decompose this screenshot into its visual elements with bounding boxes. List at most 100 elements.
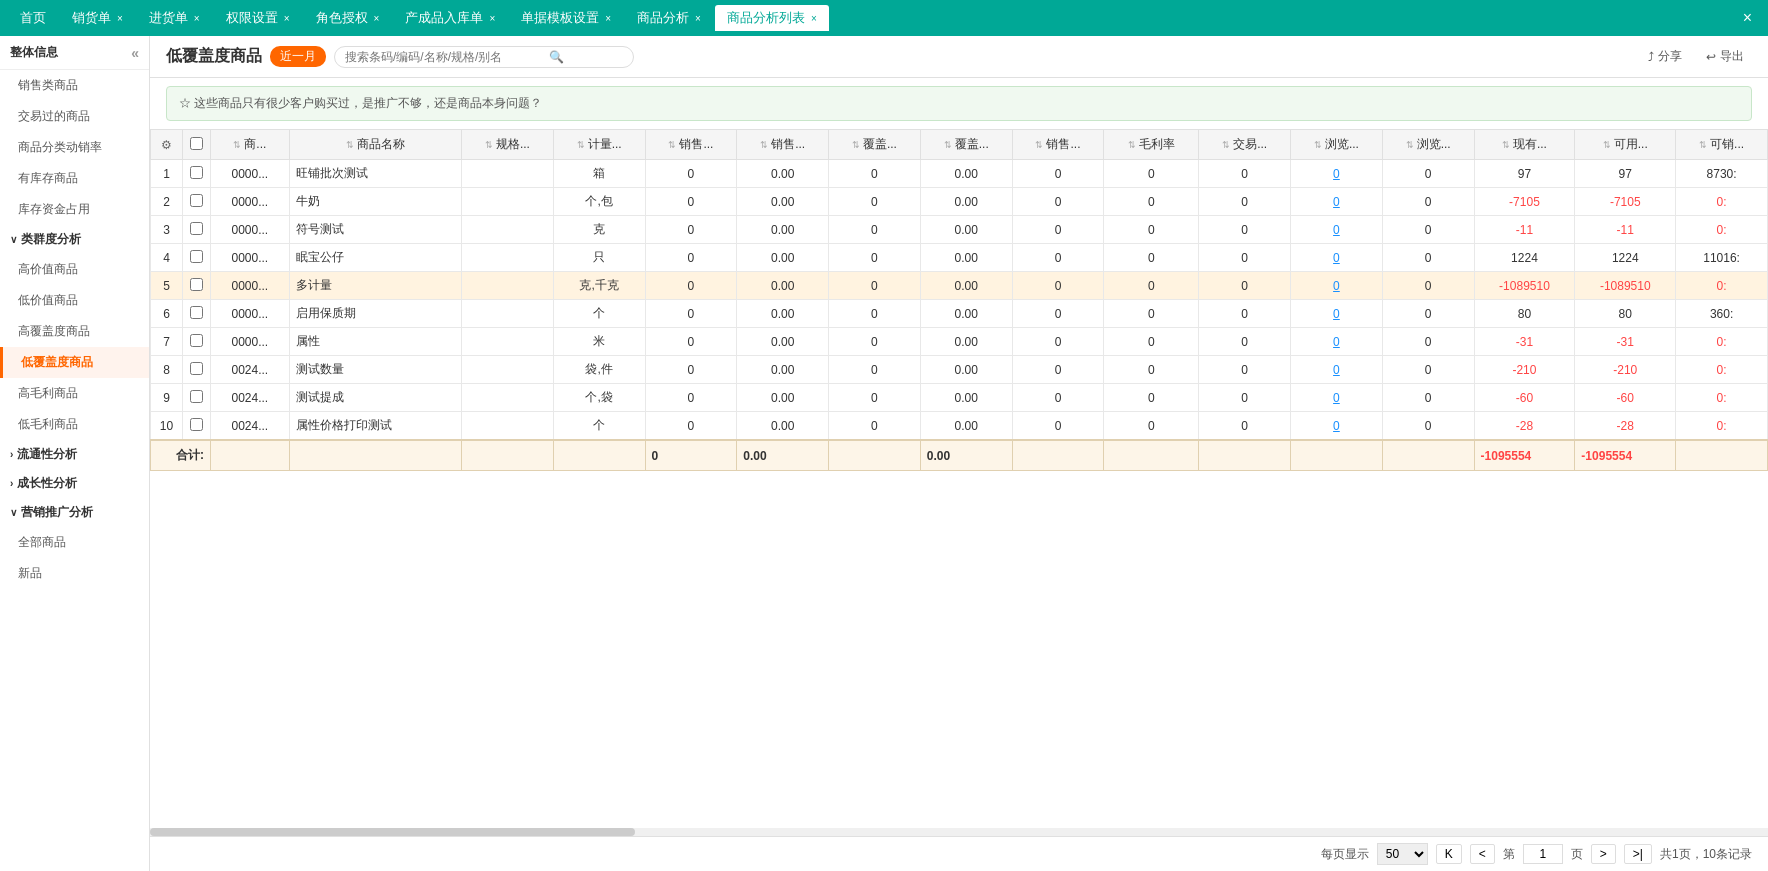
close-permission-icon[interactable]: ×: [284, 13, 290, 24]
row-select-checkbox[interactable]: [190, 362, 203, 375]
row-cover1: 0: [829, 300, 921, 328]
sidebar-section-growth-analysis[interactable]: › 成长性分析: [0, 469, 149, 498]
row-name[interactable]: 测试提成: [289, 384, 461, 412]
sidebar-section-marketing-analysis[interactable]: ∨ 营销推广分析: [0, 498, 149, 527]
window-close-button[interactable]: ×: [1735, 5, 1760, 31]
row-view2: 0: [1382, 356, 1474, 384]
nav-item-role[interactable]: 角色授权 ×: [304, 5, 392, 31]
nav-item-home[interactable]: 首页: [8, 5, 58, 31]
sidebar-item-in-stock[interactable]: 有库存商品: [0, 163, 149, 194]
row-name[interactable]: 符号测试: [289, 216, 461, 244]
row-checkbox[interactable]: [183, 272, 211, 300]
row-select-checkbox[interactable]: [190, 194, 203, 207]
sidebar-item-new-goods[interactable]: 新品: [0, 558, 149, 589]
row-name[interactable]: 测试数量: [289, 356, 461, 384]
row-name[interactable]: 启用保质期: [289, 300, 461, 328]
totals-code: [211, 440, 290, 471]
row-select-checkbox[interactable]: [190, 278, 203, 291]
row-name[interactable]: 属性: [289, 328, 461, 356]
sidebar-item-all-goods[interactable]: 全部商品: [0, 527, 149, 558]
row-view1[interactable]: 0: [1291, 272, 1383, 300]
nav-item-product-analysis[interactable]: 商品分析 ×: [625, 5, 713, 31]
sidebar-section-group-analysis[interactable]: ∨ 类群度分析: [0, 225, 149, 254]
row-sale2: 0.00: [737, 384, 829, 412]
close-role-icon[interactable]: ×: [374, 13, 380, 24]
sidebar-item-high-margin[interactable]: 高毛利商品: [0, 378, 149, 409]
page-number-input[interactable]: [1523, 844, 1563, 864]
sidebar-item-high-value[interactable]: 高价值商品: [0, 254, 149, 285]
row-select-checkbox[interactable]: [190, 250, 203, 263]
search-icon[interactable]: 🔍: [549, 50, 564, 64]
row-checkbox[interactable]: [183, 356, 211, 384]
row-select-checkbox[interactable]: [190, 222, 203, 235]
row-sale3: 0: [1012, 244, 1104, 272]
row-checkbox[interactable]: [183, 328, 211, 356]
row-view1[interactable]: 0: [1291, 384, 1383, 412]
per-page-select[interactable]: 50 100 200: [1377, 843, 1428, 865]
search-input[interactable]: [345, 50, 545, 64]
horizontal-scrollbar[interactable]: [150, 828, 1768, 836]
next-page-button[interactable]: >: [1591, 844, 1616, 864]
sidebar-item-category-sales-rate[interactable]: 商品分类动销率: [0, 132, 149, 163]
row-view1[interactable]: 0: [1291, 160, 1383, 188]
nav-item-purchase[interactable]: 进货单 ×: [137, 5, 212, 31]
sidebar-item-high-coverage[interactable]: 高覆盖度商品: [0, 316, 149, 347]
row-checkbox[interactable]: [183, 216, 211, 244]
nav-item-sales[interactable]: 销货单 ×: [60, 5, 135, 31]
row-view1[interactable]: 0: [1291, 300, 1383, 328]
nav-item-product-analysis-list[interactable]: 商品分析列表 ×: [715, 5, 829, 31]
row-name[interactable]: 旺铺批次测试: [289, 160, 461, 188]
row-checkbox[interactable]: [183, 300, 211, 328]
settings-icon[interactable]: ⚙: [161, 138, 172, 152]
select-all-checkbox[interactable]: [190, 137, 203, 150]
first-page-button[interactable]: K: [1436, 844, 1462, 864]
close-product-analysis-icon[interactable]: ×: [695, 13, 701, 24]
col-settings[interactable]: ⚙: [151, 130, 183, 160]
row-view1[interactable]: 0: [1291, 216, 1383, 244]
row-select-checkbox[interactable]: [190, 166, 203, 179]
prev-page-button[interactable]: <: [1470, 844, 1495, 864]
scrollbar-thumb[interactable]: [150, 828, 635, 836]
row-select-checkbox[interactable]: [190, 418, 203, 431]
sidebar-item-stock-capital[interactable]: 库存资金占用: [0, 194, 149, 225]
row-select-checkbox[interactable]: [190, 306, 203, 319]
row-checkbox[interactable]: [183, 244, 211, 272]
col-checkbox-header[interactable]: [183, 130, 211, 160]
sidebar-item-low-value[interactable]: 低价值商品: [0, 285, 149, 316]
sidebar-item-low-margin[interactable]: 低毛利商品: [0, 409, 149, 440]
close-product-warehouse-icon[interactable]: ×: [489, 13, 495, 24]
time-filter-button[interactable]: 近一月: [270, 46, 326, 67]
row-view1[interactable]: 0: [1291, 328, 1383, 356]
export-button[interactable]: ↩ 导出: [1698, 44, 1752, 69]
last-page-button[interactable]: >|: [1624, 844, 1652, 864]
row-name[interactable]: 牛奶: [289, 188, 461, 216]
sidebar-item-sales-goods[interactable]: 销售类商品: [0, 70, 149, 101]
share-button[interactable]: ⤴ 分享: [1640, 44, 1690, 69]
row-name[interactable]: 属性价格打印测试: [289, 412, 461, 441]
row-view1[interactable]: 0: [1291, 188, 1383, 216]
row-select-checkbox[interactable]: [190, 390, 203, 403]
nav-item-permission[interactable]: 权限设置 ×: [214, 5, 302, 31]
row-trade: 0: [1199, 328, 1291, 356]
row-checkbox[interactable]: [183, 160, 211, 188]
row-view1[interactable]: 0: [1291, 412, 1383, 441]
row-checkbox[interactable]: [183, 412, 211, 441]
sidebar-collapse-button[interactable]: «: [131, 45, 139, 61]
close-product-analysis-list-icon[interactable]: ×: [811, 13, 817, 24]
sidebar-section-circulation-analysis[interactable]: › 流通性分析: [0, 440, 149, 469]
close-sales-icon[interactable]: ×: [117, 13, 123, 24]
close-template-icon[interactable]: ×: [605, 13, 611, 24]
nav-item-product-warehouse[interactable]: 产成品入库单 ×: [393, 5, 507, 31]
nav-item-template[interactable]: 单据模板设置 ×: [509, 5, 623, 31]
row-name[interactable]: 眠宝公仔: [289, 244, 461, 272]
row-view1[interactable]: 0: [1291, 244, 1383, 272]
row-select-checkbox[interactable]: [190, 334, 203, 347]
row-unit: 克: [553, 216, 645, 244]
row-checkbox[interactable]: [183, 384, 211, 412]
row-checkbox[interactable]: [183, 188, 211, 216]
row-view1[interactable]: 0: [1291, 356, 1383, 384]
sidebar-item-low-coverage[interactable]: 低覆盖度商品: [0, 347, 149, 378]
close-purchase-icon[interactable]: ×: [194, 13, 200, 24]
sidebar-item-traded-goods[interactable]: 交易过的商品: [0, 101, 149, 132]
row-name[interactable]: 多计量: [289, 272, 461, 300]
